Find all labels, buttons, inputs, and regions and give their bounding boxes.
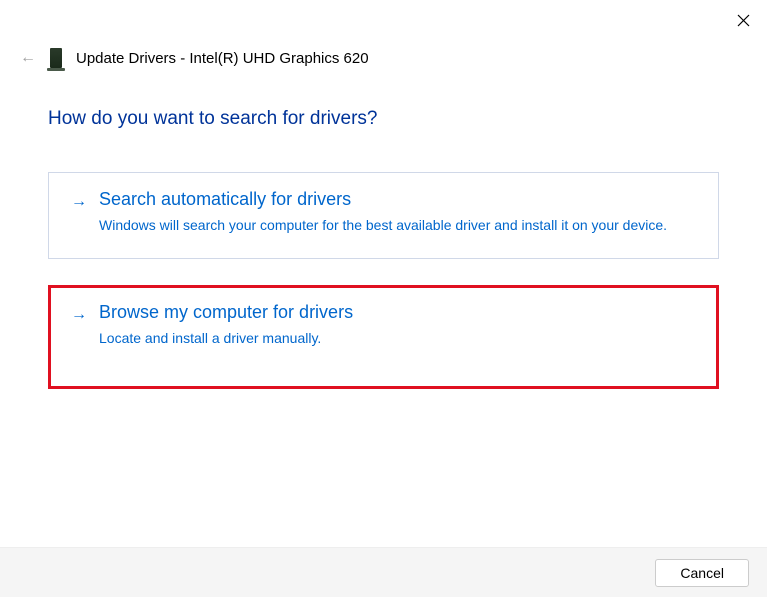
cancel-button[interactable]: Cancel — [655, 559, 749, 587]
content: How do you want to search for drivers? →… — [0, 78, 767, 389]
option-body: Browse my computer for drivers Locate an… — [99, 302, 696, 349]
footer: Cancel — [0, 547, 767, 597]
option-body: Search automatically for drivers Windows… — [99, 189, 696, 236]
option-description: Windows will search your computer for th… — [99, 216, 696, 236]
window-title: Update Drivers - Intel(R) UHD Graphics 6… — [76, 50, 369, 67]
question-heading: How do you want to search for drivers? — [48, 108, 719, 130]
back-icon[interactable]: ← — [20, 49, 36, 67]
option-description: Locate and install a driver manually. — [99, 329, 696, 349]
device-icon — [50, 48, 62, 68]
close-icon — [737, 14, 750, 27]
option-browse-manual[interactable]: → Browse my computer for drivers Locate … — [48, 285, 719, 390]
option-title: Search automatically for drivers — [99, 189, 696, 210]
titlebar — [0, 0, 767, 40]
option-search-auto[interactable]: → Search automatically for drivers Windo… — [48, 172, 719, 259]
arrow-right-icon: → — [71, 306, 87, 349]
header: ← Update Drivers - Intel(R) UHD Graphics… — [0, 40, 767, 78]
arrow-right-icon: → — [71, 193, 87, 236]
option-title: Browse my computer for drivers — [99, 302, 696, 323]
close-button[interactable] — [731, 8, 755, 32]
